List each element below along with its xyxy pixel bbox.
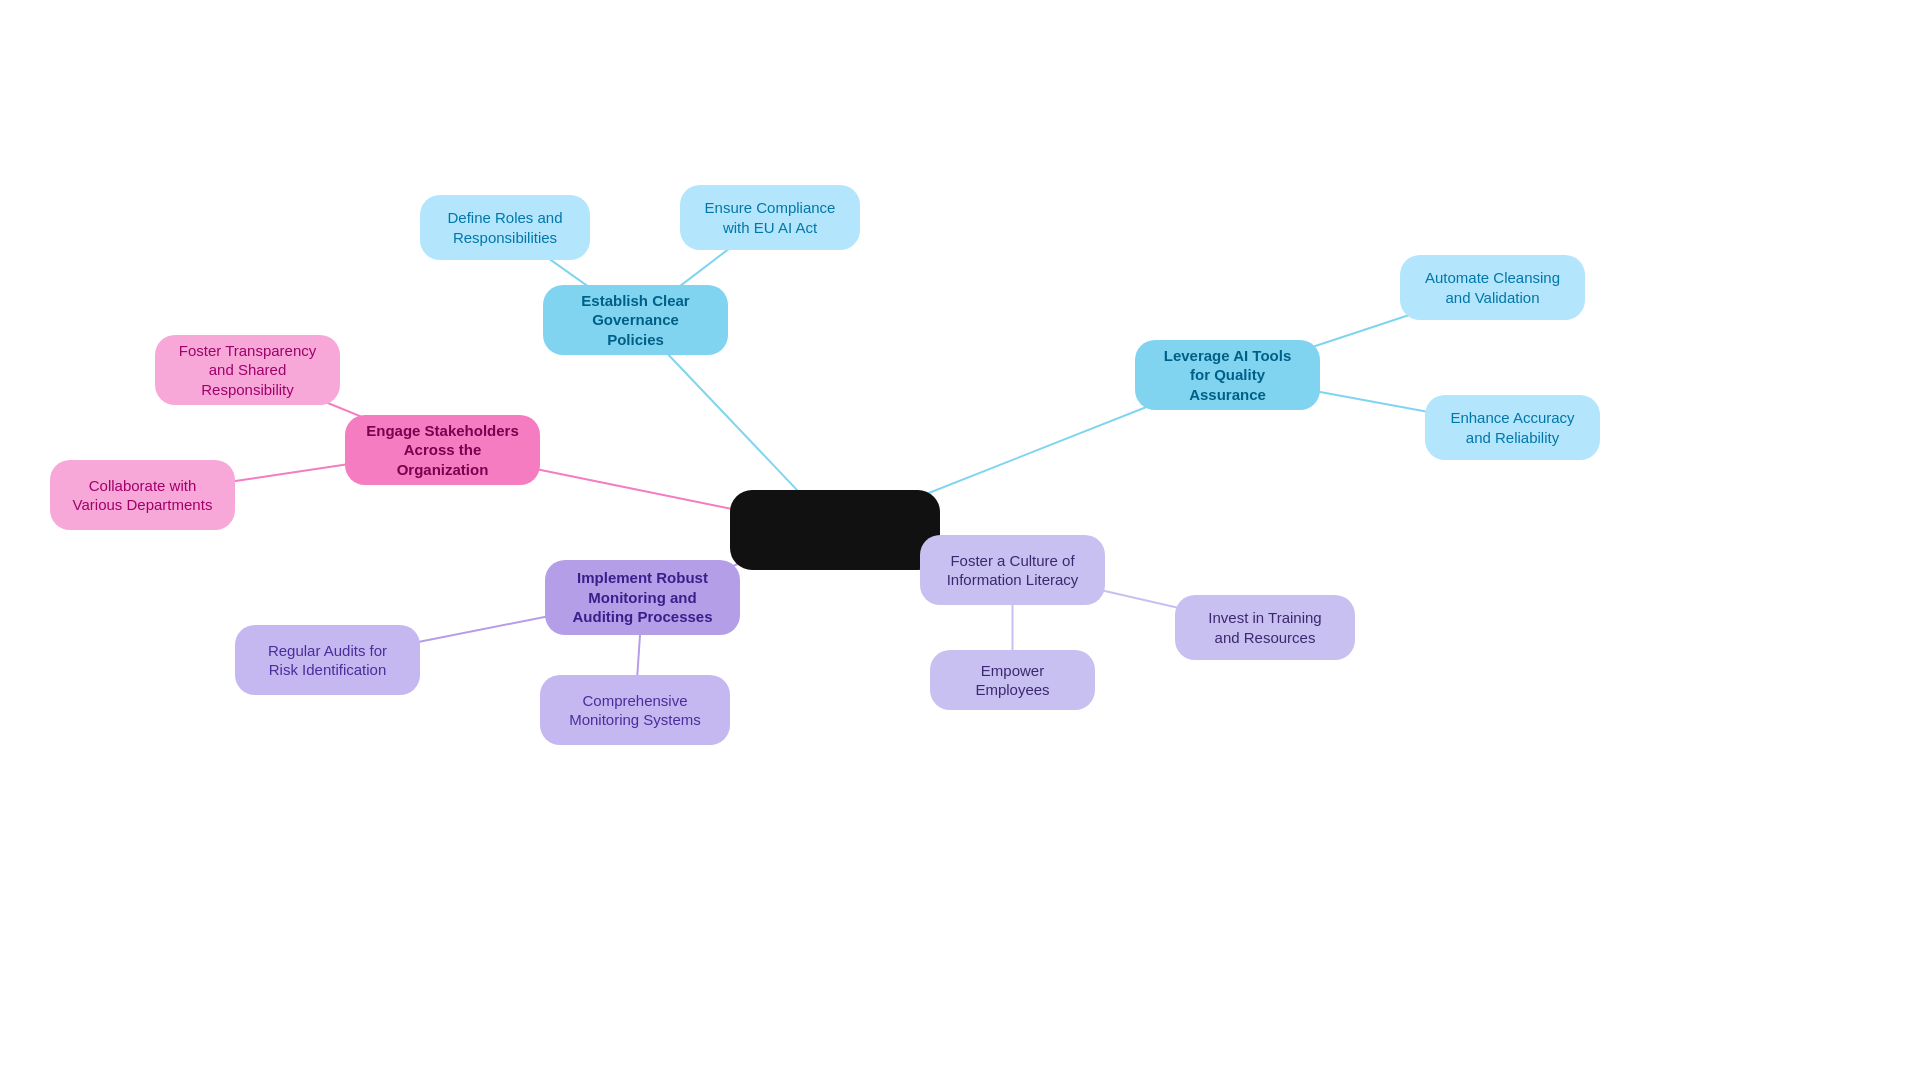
node-empower-employees: Empower Employees [930, 650, 1095, 710]
node-foster-literacy: Foster a Culture of Information Literacy [920, 535, 1105, 605]
node-label-foster-literacy: Foster a Culture of Information Literacy [940, 551, 1085, 590]
node-label-comprehensive-monitoring: Comprehensive Monitoring Systems [560, 691, 710, 730]
node-label-implement-monitoring: Implement Robust Monitoring and Auditing… [565, 568, 720, 627]
node-collaborate-departments: Collaborate with Various Departments [50, 460, 235, 530]
node-label-automate-cleansing: Automate Cleansing and Validation [1420, 268, 1565, 307]
node-label-regular-audits: Regular Audits for Risk Identification [255, 641, 400, 680]
node-establish-governance: Establish Clear Governance Policies [543, 285, 728, 355]
node-label-establish-governance: Establish Clear Governance Policies [563, 291, 708, 350]
node-label-leverage-ai: Leverage AI Tools for Quality Assurance [1155, 346, 1300, 405]
node-implement-monitoring: Implement Robust Monitoring and Auditing… [545, 560, 740, 635]
node-label-enhance-accuracy: Enhance Accuracy and Reliability [1445, 408, 1580, 447]
node-label-define-roles: Define Roles and Responsibilities [440, 208, 570, 247]
node-comprehensive-monitoring: Comprehensive Monitoring Systems [540, 675, 730, 745]
node-leverage-ai: Leverage AI Tools for Quality Assurance [1135, 340, 1320, 410]
node-foster-transparency: Foster Transparency and Shared Responsib… [155, 335, 340, 405]
center-node [730, 490, 940, 570]
node-label-invest-training: Invest in Training and Resources [1195, 608, 1335, 647]
node-label-ensure-compliance: Ensure Compliance with EU AI Act [700, 198, 840, 237]
node-label-engage-stakeholders: Engage Stakeholders Across the Organizat… [365, 421, 520, 480]
node-label-foster-transparency: Foster Transparency and Shared Responsib… [175, 341, 320, 400]
node-ensure-compliance: Ensure Compliance with EU AI Act [680, 185, 860, 250]
node-label-empower-employees: Empower Employees [950, 661, 1075, 700]
node-invest-training: Invest in Training and Resources [1175, 595, 1355, 660]
node-label-collaborate-departments: Collaborate with Various Departments [70, 476, 215, 515]
node-regular-audits: Regular Audits for Risk Identification [235, 625, 420, 695]
mindmap-container: Define Roles and Responsibilities Ensure … [0, 0, 1920, 1083]
node-engage-stakeholders: Engage Stakeholders Across the Organizat… [345, 415, 540, 485]
node-enhance-accuracy: Enhance Accuracy and Reliability [1425, 395, 1600, 460]
node-define-roles: Define Roles and Responsibilities [420, 195, 590, 260]
node-automate-cleansing: Automate Cleansing and Validation [1400, 255, 1585, 320]
